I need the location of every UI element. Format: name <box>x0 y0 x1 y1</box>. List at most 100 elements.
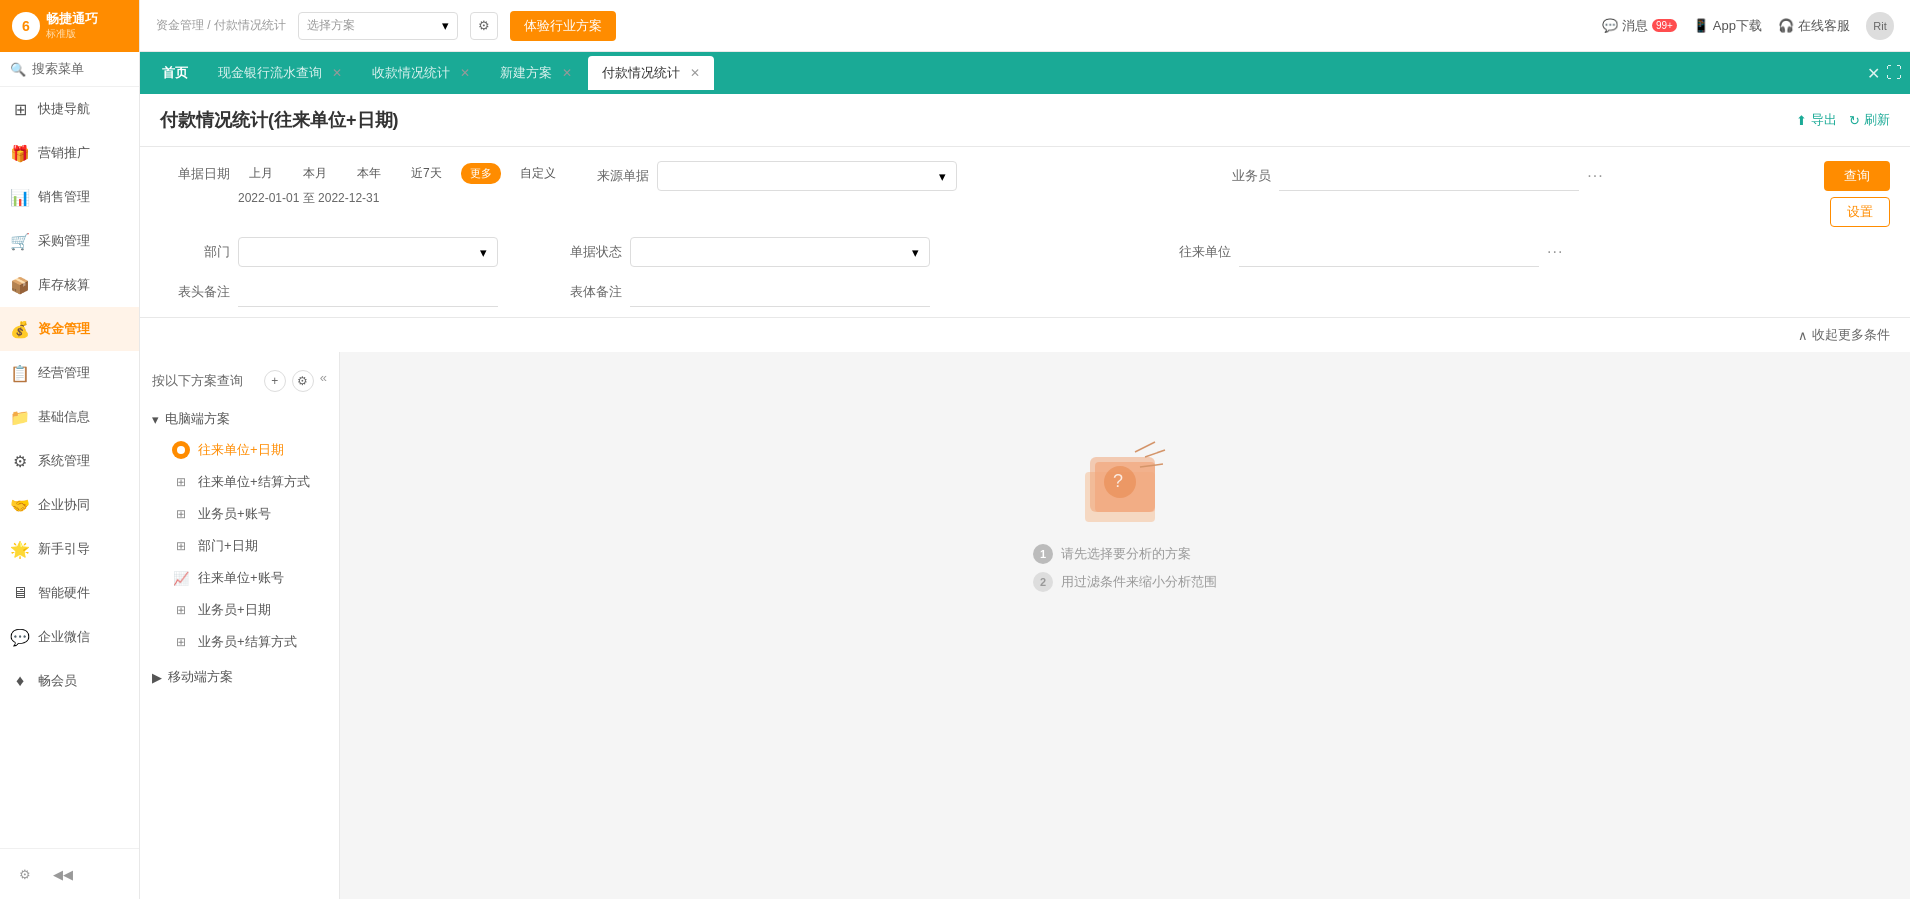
sidebar-item-sales[interactable]: 📊 销售管理 <box>0 175 139 219</box>
empty-step-2: 2 用过滤条件来缩小分析范围 <box>1033 572 1217 592</box>
tab-list: 首页现金银行流水查询✕收款情况统计✕新建方案✕ 付款情况统计 ✕ <box>148 56 714 90</box>
empty-illustration: ? <box>1065 432 1185 532</box>
step-1-num: 1 <box>1033 544 1053 564</box>
sidebar-item-member[interactable]: ♦ 畅会员 <box>0 659 139 703</box>
scheme-label-staff-settlement: 业务员+结算方式 <box>198 633 297 651</box>
sidebar-icon-operations: 📋 <box>10 363 30 383</box>
collapse-conditions-btn[interactable]: ∧ 收起更多条件 <box>1798 326 1890 344</box>
dept-select[interactable]: ▾ <box>238 237 498 267</box>
sidebar-item-inventory[interactable]: 📦 库存核算 <box>0 263 139 307</box>
sidebar-item-marketing[interactable]: 🎁 营销推广 <box>0 131 139 175</box>
page-header-actions: ⬆ 导出 ↻ 刷新 <box>1796 111 1890 129</box>
scheme-items: 往来单位+日期⊞往来单位+结算方式⊞业务员+账号⊞部门+日期📈往来单位+账号⊞业… <box>140 434 339 658</box>
sidebar-icon-quick-nav: ⊞ <box>10 99 30 119</box>
date-this-year-btn[interactable]: 本年 <box>346 161 392 186</box>
date-7days-btn[interactable]: 近7天 <box>400 161 453 186</box>
close-all-tabs-btn[interactable]: ✕ <box>1867 64 1880 83</box>
sidebar-item-enterprise[interactable]: 🤝 企业协同 <box>0 483 139 527</box>
export-btn[interactable]: ⬆ 导出 <box>1796 111 1837 129</box>
refresh-icon: ↻ <box>1849 113 1860 128</box>
partner-input[interactable] <box>1239 237 1539 267</box>
sidebar-item-system[interactable]: ⚙ 系统管理 <box>0 439 139 483</box>
add-scheme-btn[interactable]: + <box>264 370 286 392</box>
date-more-btn[interactable]: 更多 <box>461 163 501 184</box>
close-tab-bank[interactable]: ✕ <box>332 66 342 80</box>
sidebar-item-finance[interactable]: 💰 资金管理 <box>0 307 139 351</box>
empty-step-1: 1 请先选择要分析的方案 <box>1033 544 1217 564</box>
sidebar-item-purchase[interactable]: 🛒 采购管理 <box>0 219 139 263</box>
scheme-label-partner-date: 往来单位+日期 <box>198 441 284 459</box>
scheme-icon-staff-date: ⊞ <box>172 601 190 619</box>
sidebar-item-wechat[interactable]: 💬 企业微信 <box>0 615 139 659</box>
date-last-month-btn[interactable]: 上月 <box>238 161 284 186</box>
scheme-icon-partner-date <box>172 441 190 459</box>
page-title: 付款情况统计(往来单位+日期) <box>160 108 399 132</box>
topbar-settings-btn[interactable]: ⚙ <box>470 12 498 40</box>
online-service-btn[interactable]: 🎧 在线客服 <box>1778 17 1850 35</box>
scheme-item-dept-date[interactable]: ⊞部门+日期 <box>140 530 339 562</box>
doc-status-dropdown-icon: ▾ <box>912 245 919 260</box>
settings-icon[interactable]: ⚙ <box>10 859 40 889</box>
sidebar-bottom: ⚙ ◀◀ <box>0 848 139 899</box>
tab-label-home: 首页 <box>162 64 188 82</box>
sidebar-icon-purchase: 🛒 <box>10 231 30 251</box>
search-menu[interactable]: 🔍 搜索菜单 <box>0 52 139 87</box>
desktop-scheme-group: ▾ 电脑端方案 往来单位+日期 ⊞往来单位+结算方式⊞业务员+账号⊞部门+日期📈往… <box>140 404 339 658</box>
scheme-item-staff-settlement[interactable]: ⊞业务员+结算方式 <box>140 626 339 658</box>
filter-actions-bar: ∧ 收起更多条件 <box>140 317 1910 352</box>
sidebar-item-quick-nav[interactable]: ⊞ 快捷导航 <box>0 87 139 131</box>
scheme-item-partner-date[interactable]: 往来单位+日期 <box>140 434 339 466</box>
close-tab-receivables[interactable]: ✕ <box>460 66 470 80</box>
fullscreen-btn[interactable]: ⛶ <box>1886 64 1902 83</box>
tab-home[interactable]: 首页 <box>148 56 202 90</box>
source-select[interactable]: ▾ <box>657 161 957 191</box>
industry-btn[interactable]: 体验行业方案 <box>510 11 616 41</box>
close-tab-new-scheme[interactable]: ✕ <box>562 66 572 80</box>
message-icon: 💬 <box>1602 18 1618 33</box>
sidebar-logo: 6 畅捷通巧 标准版 <box>0 0 139 52</box>
partner-more-btn[interactable]: ··· <box>1547 243 1563 261</box>
mobile-group-header[interactable]: ▶ 移动端方案 <box>140 662 339 692</box>
date-this-month-btn[interactable]: 本月 <box>292 161 338 186</box>
refresh-btn[interactable]: ↻ 刷新 <box>1849 111 1890 129</box>
page-header: 付款情况统计(往来单位+日期) ⬆ 导出 ↻ 刷新 <box>140 94 1910 147</box>
scheme-item-staff-date[interactable]: ⊞业务员+日期 <box>140 594 339 626</box>
desktop-group-header[interactable]: ▾ 电脑端方案 <box>140 404 339 434</box>
app-download-btn[interactable]: 📱 App下载 <box>1693 17 1762 35</box>
collapse-icon[interactable]: ◀◀ <box>48 859 78 889</box>
header-note-input[interactable] <box>238 277 498 307</box>
sidebar-item-basic[interactable]: 📁 基础信息 <box>0 395 139 439</box>
collapse-icon: ∧ <box>1798 328 1808 343</box>
sidebar-item-guide[interactable]: 🌟 新手引导 <box>0 527 139 571</box>
sidebar-item-hardware[interactable]: 🖥 智能硬件 <box>0 571 139 615</box>
scheme-panel-collapse-btn[interactable]: « <box>320 370 327 392</box>
empty-state: ? 1 请先选择要分析的方案 2 用过滤条件来缩小分析范围 <box>340 352 1910 672</box>
sidebar-icon-member: ♦ <box>10 671 30 691</box>
settings-btn[interactable]: 设置 <box>1830 197 1890 227</box>
doc-status-select[interactable]: ▾ <box>630 237 930 267</box>
sidebar-item-operations[interactable]: 📋 经营管理 <box>0 351 139 395</box>
staff-more-btn[interactable]: ··· <box>1587 167 1603 185</box>
tab-payments[interactable]: 付款情况统计 ✕ <box>588 56 714 90</box>
scheme-item-partner-account[interactable]: 📈往来单位+账号 <box>140 562 339 594</box>
query-btn[interactable]: 查询 <box>1824 161 1890 191</box>
tab-label-payments: 付款情况统计 <box>602 64 680 82</box>
tab-new-scheme[interactable]: 新建方案✕ <box>486 56 586 90</box>
close-tab-payments[interactable]: ✕ <box>690 66 700 80</box>
user-avatar[interactable]: Rit <box>1866 12 1894 40</box>
app-icon: 📱 <box>1693 18 1709 33</box>
scheme-panel-header: 按以下方案查询 + ⚙ « <box>140 362 339 400</box>
message-btn[interactable]: 💬 消息 99+ <box>1602 17 1677 35</box>
staff-input[interactable] <box>1279 161 1579 191</box>
scheme-dropdown[interactable]: 选择方案 ▾ <box>298 12 458 40</box>
sidebar-icon-basic: 📁 <box>10 407 30 427</box>
scheme-item-partner-settlement[interactable]: ⊞往来单位+结算方式 <box>140 466 339 498</box>
scheme-settings-btn[interactable]: ⚙ <box>292 370 314 392</box>
body-note-input[interactable] <box>630 277 930 307</box>
scheme-item-staff-account[interactable]: ⊞业务员+账号 <box>140 498 339 530</box>
tab-bank[interactable]: 现金银行流水查询✕ <box>204 56 356 90</box>
date-custom-btn[interactable]: 自定义 <box>509 161 567 186</box>
tab-receivables[interactable]: 收款情况统计✕ <box>358 56 484 90</box>
sidebar-label-quick-nav: 快捷导航 <box>38 100 90 118</box>
date-range-display: 2022-01-01 至 2022-12-31 <box>238 190 567 207</box>
